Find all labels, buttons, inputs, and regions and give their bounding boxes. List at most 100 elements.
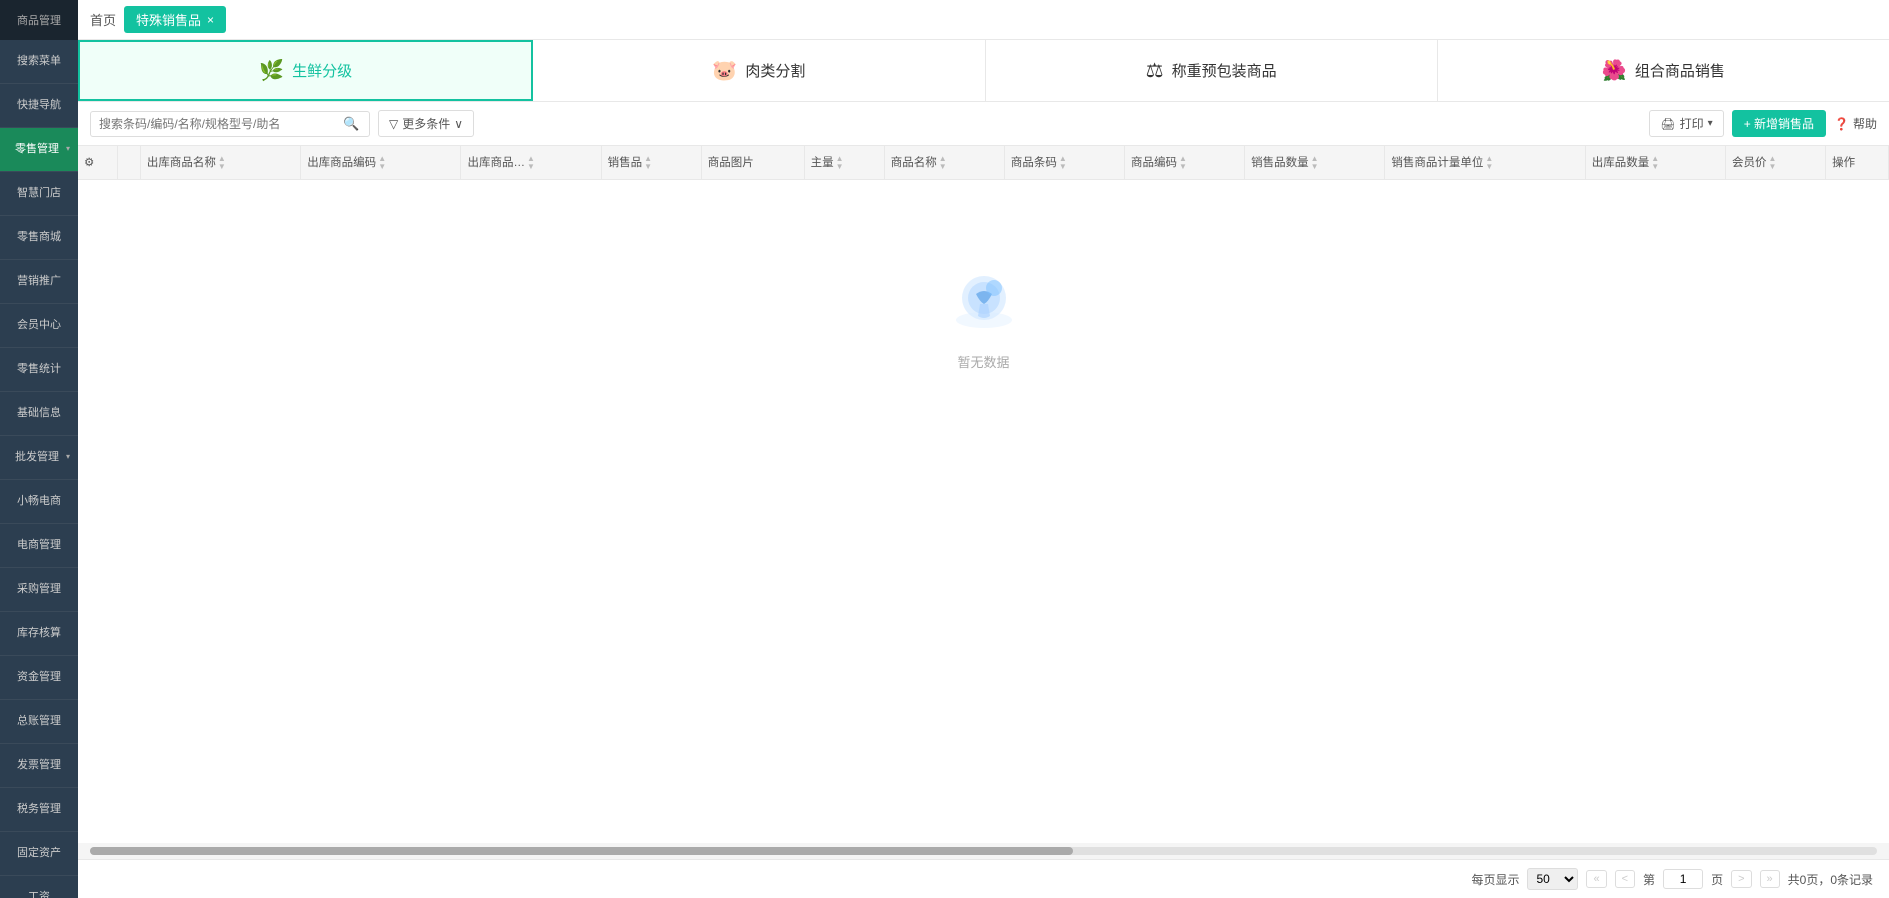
sidebar-item-inventory[interactable]: 库存核算 [0,612,78,656]
search-box[interactable]: 🔍 [90,111,370,137]
sidebar-item-xc-ecom[interactable]: 小畅电商 [0,480,78,524]
cat-tab-label-weight-package: 称重预包装商品 [1172,60,1277,81]
sort-icon-out-qty: ▲▼ [1651,155,1659,171]
sort-icon-out-name: ▲▼ [218,155,226,171]
sort-icon-out-code: ▲▼ [378,155,386,171]
products-table: ⚙出库商品名称▲▼出库商品编码▲▼出库商品…▲▼销售品▲▼商品图片主量▲▼商品名… [78,146,1889,180]
add-label: + 新增销售品 [1744,115,1814,132]
sidebar-item-basic-info-retail[interactable]: 基础信息 [0,392,78,436]
cat-tab-meat-cut[interactable]: 🐷肉类分割 [533,40,985,101]
sidebar: 商品管理 搜索菜单快捷导航零售管理▾智慧门店零售商城营销推广会员中心零售统计基础… [0,0,78,898]
prev-page-button[interactable]: < [1615,870,1635,888]
filter-icon: ▽ [389,117,398,131]
sidebar-item-wholesale-mgmt[interactable]: 批发管理▾ [0,436,78,480]
sidebar-item-label: 资金管理 [17,670,61,684]
per-page-select[interactable]: 102050100 [1527,868,1578,890]
sidebar-item-retail-mall[interactable]: 零售商城 [0,216,78,260]
active-tab[interactable]: 特殊销售品 × [124,6,226,33]
col-header-sale-item[interactable]: 销售品▲▼ [601,146,701,179]
last-page-button[interactable]: » [1760,870,1780,888]
sidebar-item-invoice-mgmt[interactable]: 发票管理 [0,744,78,788]
sidebar-item-salary[interactable]: 工资 [0,876,78,898]
sidebar-item-retail-stats[interactable]: 零售统计 [0,348,78,392]
sidebar-logo: 商品管理 [0,0,78,40]
sidebar-item-fixed-assets[interactable]: 固定资产 [0,832,78,876]
home-link[interactable]: 首页 [90,10,116,29]
cat-tab-label-meat-cut: 肉类分割 [745,60,805,81]
toolbar-right: 🖨 打印 ▾ + 新增销售品 ❓ 帮助 [1649,110,1877,137]
sidebar-item-label: 固定资产 [17,846,61,860]
search-input[interactable] [99,117,339,131]
col-header-weight[interactable]: 主量▲▼ [804,146,884,179]
sidebar-item-retail-mgmt[interactable]: 零售管理▾ [0,128,78,172]
col-header-out-name[interactable]: 出库商品名称▲▼ [140,146,300,179]
cat-tab-combo-sales[interactable]: 🌺组合商品销售 [1438,40,1889,101]
scrollbar-thumb[interactable] [90,847,1073,855]
sort-icon-product-code: ▲▼ [1179,155,1187,171]
sidebar-item-label: 会员中心 [17,318,61,332]
add-product-button[interactable]: + 新增销售品 [1732,110,1826,137]
sort-icon-product-name: ▲▼ [939,155,947,171]
sidebar-item-marketing[interactable]: 营销推广 [0,260,78,304]
filter-arrow: ∨ [454,117,463,131]
col-header-out-qty[interactable]: 出库品数量▲▼ [1585,146,1725,179]
sort-icon-barcode: ▲▼ [1059,155,1067,171]
sidebar-item-search-menu[interactable]: 搜索菜单 [0,40,78,84]
sidebar-item-ledger-mgmt[interactable]: 总账管理 [0,700,78,744]
sidebar-item-smart-store[interactable]: 智慧门店 [0,172,78,216]
page-number-input[interactable] [1663,869,1703,889]
sidebar-item-label: 小畅电商 [17,494,61,508]
sidebar-item-finance-mgmt[interactable]: 资金管理 [0,656,78,700]
sidebar-item-quick-nav[interactable]: 快捷导航 [0,84,78,128]
first-page-button[interactable]: « [1586,870,1606,888]
help-button[interactable]: ❓ 帮助 [1834,115,1877,132]
col-header-sale-unit[interactable]: 销售商品计量单位▲▼ [1385,146,1585,179]
sort-icon-sale-qty: ▲▼ [1311,155,1319,171]
cat-tab-fresh-grade[interactable]: 🌿生鲜分级 [78,40,533,101]
total-label: 共0页，0条记录 [1788,871,1873,888]
empty-label: 暂无数据 [957,352,1009,371]
filter-button[interactable]: ▽ 更多条件 ∨ [378,110,474,137]
table-header: ⚙出库商品名称▲▼出库商品编码▲▼出库商品…▲▼销售品▲▼商品图片主量▲▼商品名… [78,146,1889,179]
topbar: 首页 特殊销售品 × [78,0,1889,40]
sidebar-arrow-icon: ▾ [66,452,70,462]
print-label: 打印 [1680,115,1704,132]
col-header-checkbox [118,146,141,179]
col-header-member-price[interactable]: 会员价▲▼ [1725,146,1825,179]
col-header-sale-qty[interactable]: 销售品数量▲▼ [1245,146,1385,179]
sidebar-item-purchase-mgmt[interactable]: 采购管理 [0,568,78,612]
col-header-out-code[interactable]: 出库商品编码▲▼ [301,146,461,179]
sidebar-item-member-center[interactable]: 会员中心 [0,304,78,348]
sidebar-item-label: 快捷导航 [17,98,61,112]
sidebar-arrow-icon: ▾ [66,144,70,154]
print-arrow: ▾ [1708,118,1713,129]
cat-tab-weight-package[interactable]: ⚖ 称重预包装商品 [986,40,1438,101]
col-header-product-name[interactable]: 商品名称▲▼ [884,146,1004,179]
sidebar-item-tax-mgmt[interactable]: 税务管理 [0,788,78,832]
filter-label: 更多条件 [402,115,450,132]
sidebar-item-label: 总账管理 [17,714,61,728]
sidebar-item-label: 零售商城 [17,230,61,244]
sort-icon-sale-item: ▲▼ [644,155,652,171]
sort-icon-sale-unit: ▲▼ [1485,155,1493,171]
col-header-out-spec[interactable]: 出库商品…▲▼ [461,146,601,179]
cat-tab-icon-weight-package: ⚖ [1146,58,1164,83]
col-header-barcode[interactable]: 商品条码▲▼ [1004,146,1124,179]
sidebar-item-label: 税务管理 [17,802,61,816]
sort-icon-member-price: ▲▼ [1768,155,1776,171]
page-label-pre: 第 [1643,871,1655,888]
horizontal-scrollbar[interactable] [90,847,1877,855]
category-tabs: 🌿生鲜分级🐷肉类分割 ⚖ 称重预包装商品 🌺组合商品销售 [78,40,1889,102]
search-icon[interactable]: 🔍 [343,116,359,132]
print-button[interactable]: 🖨 打印 ▾ [1649,110,1723,137]
page-content: 🌿生鲜分级🐷肉类分割 ⚖ 称重预包装商品 🌺组合商品销售 🔍 ▽ 更多条件 ∨ 🖨 打… [78,40,1889,898]
sidebar-item-ecom-mgmt[interactable]: 电商管理 [0,524,78,568]
next-page-button[interactable]: > [1731,870,1751,888]
sidebar-item-label: 库存核算 [17,626,61,640]
col-header-product-code[interactable]: 商品编码▲▼ [1125,146,1245,179]
empty-icon [944,260,1024,340]
sidebar-item-label: 搜索菜单 [17,54,61,68]
close-tab-button[interactable]: × [207,13,214,27]
print-icon: 🖨 [1660,117,1675,131]
sidebar-item-label: 基础信息 [17,406,61,420]
